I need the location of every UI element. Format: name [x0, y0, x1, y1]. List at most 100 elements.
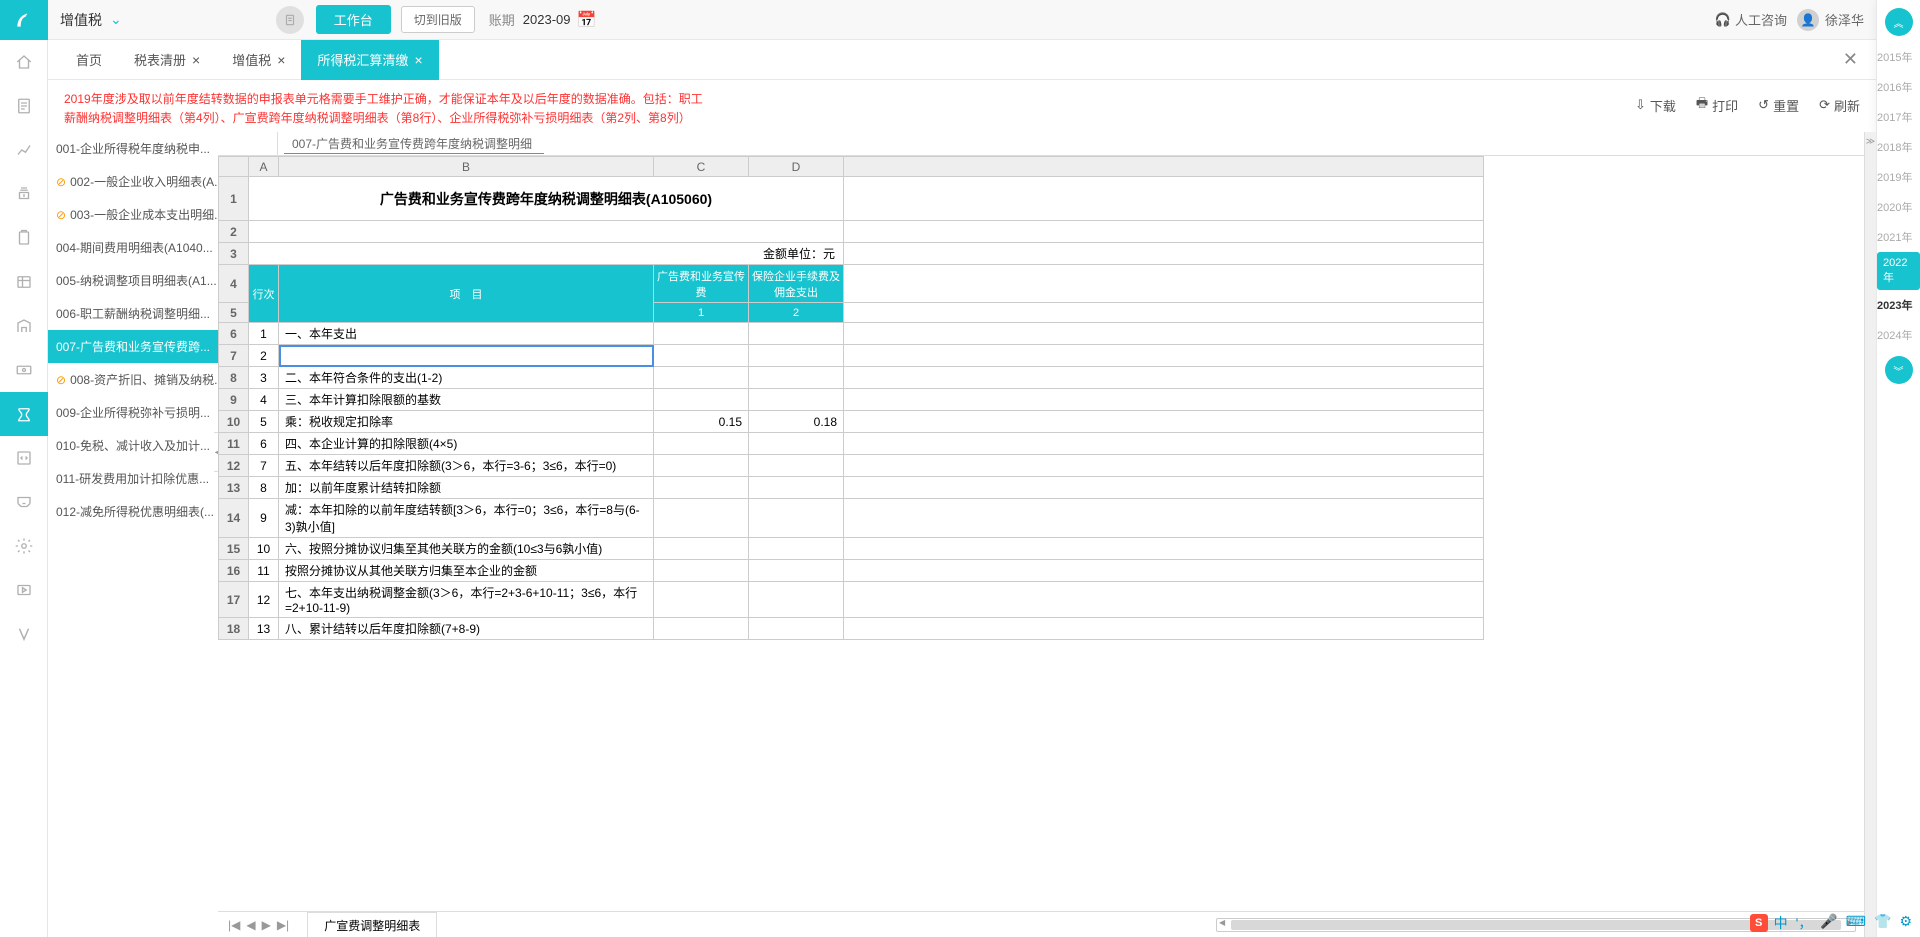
nav-chart-icon[interactable] [0, 128, 48, 172]
column-header[interactable]: 13 [219, 477, 249, 499]
report-list-item[interactable]: ⊘003-一般企业成本支出明细... [48, 198, 218, 231]
column-header[interactable]: 8 [219, 367, 249, 389]
nav-video-icon[interactable] [0, 568, 48, 612]
column-header[interactable]: 17 [219, 582, 249, 618]
sheet-first-icon[interactable]: |◀ [226, 918, 242, 932]
report-list-item[interactable]: 005-纳税调整项目明细表(A1... [48, 264, 218, 297]
nav-tax-icon[interactable] [0, 392, 48, 436]
report-list-item[interactable]: 010-免税、减计收入及加计... [48, 429, 218, 462]
year-scroll-down[interactable]: ︾ [1885, 356, 1913, 384]
column-header[interactable]: 16 [219, 560, 249, 582]
column-header[interactable]: 18 [219, 618, 249, 640]
sheet-next-icon[interactable]: ▶ [260, 918, 273, 932]
report-list-item[interactable]: 007-广告费和业务宣传费跨... [48, 330, 218, 363]
column-header[interactable]: 2 [219, 221, 249, 243]
column-header[interactable]: B [279, 157, 654, 177]
print-button[interactable]: 🖶打印 [1696, 94, 1738, 116]
report-list-item[interactable]: 001-企业所得税年度纳税申... [48, 132, 218, 165]
report-list-item[interactable]: 012-减免所得税优惠明细表(... [48, 495, 218, 528]
period-value[interactable]: 2023-09 [523, 12, 571, 27]
nav-money-icon[interactable] [0, 172, 48, 216]
app-logo[interactable] [0, 0, 48, 40]
column-header[interactable] [219, 157, 249, 177]
year-item[interactable]: 2017年 [1877, 102, 1920, 132]
report-list-item[interactable]: ⊘002-一般企业收入明细表(A... [48, 165, 218, 198]
refresh-button[interactable]: ⟳刷新 [1819, 94, 1860, 116]
ime-logo-icon[interactable]: S [1750, 914, 1768, 932]
column-header[interactable]: 14 [219, 499, 249, 538]
report-list-item[interactable]: 011-研发费用加计扣除优惠... [48, 462, 218, 495]
ime-item[interactable]: 👕 [1874, 913, 1891, 933]
tab-0[interactable]: 首页 [60, 40, 118, 80]
nav-archive-icon[interactable] [0, 436, 48, 480]
year-scroll-up[interactable]: ︽ [1885, 8, 1913, 36]
switch-old-button[interactable]: 切到旧版 [401, 6, 475, 33]
nav-invoice-icon[interactable] [0, 84, 48, 128]
workspace-button[interactable]: 工作台 [316, 5, 391, 34]
reset-button[interactable]: ↺重置 [1758, 94, 1799, 116]
year-item[interactable]: 2024年 [1877, 320, 1920, 350]
nav-home-icon[interactable] [0, 40, 48, 84]
year-item[interactable]: 2021年 [1877, 222, 1920, 252]
year-item[interactable]: 2023年 [1877, 290, 1920, 320]
column-header[interactable]: 12 [219, 455, 249, 477]
report-list-item[interactable]: ⊘008-资产折旧、摊销及纳税... [48, 363, 218, 396]
nav-inbox-icon[interactable] [0, 480, 48, 524]
nav-cash-icon[interactable] [0, 348, 48, 392]
nav-form-icon[interactable] [0, 260, 48, 304]
nav-clipboard-icon[interactable] [0, 216, 48, 260]
round-doc-icon[interactable] [276, 6, 304, 34]
ime-item[interactable]: ⚙ [1899, 913, 1912, 933]
close-icon[interactable]: × [414, 52, 422, 68]
tab-2[interactable]: 增值税× [216, 40, 301, 80]
ime-item[interactable]: 🎤 [1820, 913, 1837, 933]
nav-building-icon[interactable] [0, 304, 48, 348]
year-item[interactable]: 2020年 [1877, 192, 1920, 222]
formula-input[interactable]: 007-广告费和业务宣传费跨年度纳税调整明细表(A105060) [284, 134, 544, 154]
ime-item[interactable]: 中 [1774, 913, 1788, 933]
cell-reference[interactable] [218, 132, 278, 155]
support-link[interactable]: 🎧 人工咨询 [1715, 10, 1787, 29]
sheet-tab[interactable]: 广宣费调整明细表 [307, 912, 437, 937]
tab-3[interactable]: 所得税汇算清缴× [301, 40, 438, 80]
right-panel-expand[interactable]: ≫ [1864, 132, 1876, 937]
report-list-item[interactable]: 004-期间费用明细表(A1040... [48, 231, 218, 264]
close-icon[interactable]: × [277, 52, 285, 68]
column-header[interactable] [844, 157, 1484, 177]
column-header[interactable]: 15 [219, 538, 249, 560]
column-header[interactable]: 7 [219, 345, 249, 367]
sheet-prev-icon[interactable]: ◀ [244, 918, 257, 932]
column-header[interactable]: A [249, 157, 279, 177]
report-list-item[interactable]: 009-企业所得税弥补亏损明... [48, 396, 218, 429]
column-header[interactable]: 11 [219, 433, 249, 455]
close-all-tabs[interactable]: ✕ [1843, 49, 1858, 70]
close-icon[interactable]: × [192, 52, 200, 68]
column-header[interactable]: D [749, 157, 844, 177]
column-header[interactable]: 1 [219, 177, 249, 221]
sheet-last-icon[interactable]: ▶| [275, 918, 291, 932]
column-header[interactable]: 9 [219, 389, 249, 411]
year-item[interactable]: 2018年 [1877, 132, 1920, 162]
year-item[interactable]: 2022年 [1877, 252, 1920, 290]
year-item[interactable]: 2016年 [1877, 72, 1920, 102]
report-list-item[interactable]: 006-职工薪酬纳税调整明细... [48, 297, 218, 330]
ime-item[interactable]: ⌨ [1846, 913, 1866, 933]
column-header[interactable]: 4 [219, 265, 249, 303]
title-dropdown[interactable]: 增值税 ⌄ [60, 10, 272, 30]
column-header[interactable]: 10 [219, 411, 249, 433]
column-header[interactable]: 6 [219, 323, 249, 345]
nav-v-icon[interactable] [0, 612, 48, 656]
year-item[interactable]: 2019年 [1877, 162, 1920, 192]
year-item[interactable]: 2015年 [1877, 42, 1920, 72]
spreadsheet[interactable]: ABCD1广告费和业务宣传费跨年度纳税调整明细表(A105060)23金额单位：… [218, 156, 1876, 911]
download-button[interactable]: ⇩下载 [1635, 94, 1676, 116]
column-header[interactable]: 3 [219, 243, 249, 265]
nav-settings-icon[interactable] [0, 524, 48, 568]
column-header[interactable]: 5 [219, 303, 249, 323]
user-menu[interactable]: 👤 徐泽华 [1797, 9, 1864, 31]
ime-item[interactable]: '， [1796, 913, 1813, 933]
column-header[interactable]: C [654, 157, 749, 177]
calendar-icon[interactable]: 📅 [577, 10, 597, 30]
cell [279, 345, 654, 367]
tab-1[interactable]: 税表清册× [118, 40, 216, 80]
